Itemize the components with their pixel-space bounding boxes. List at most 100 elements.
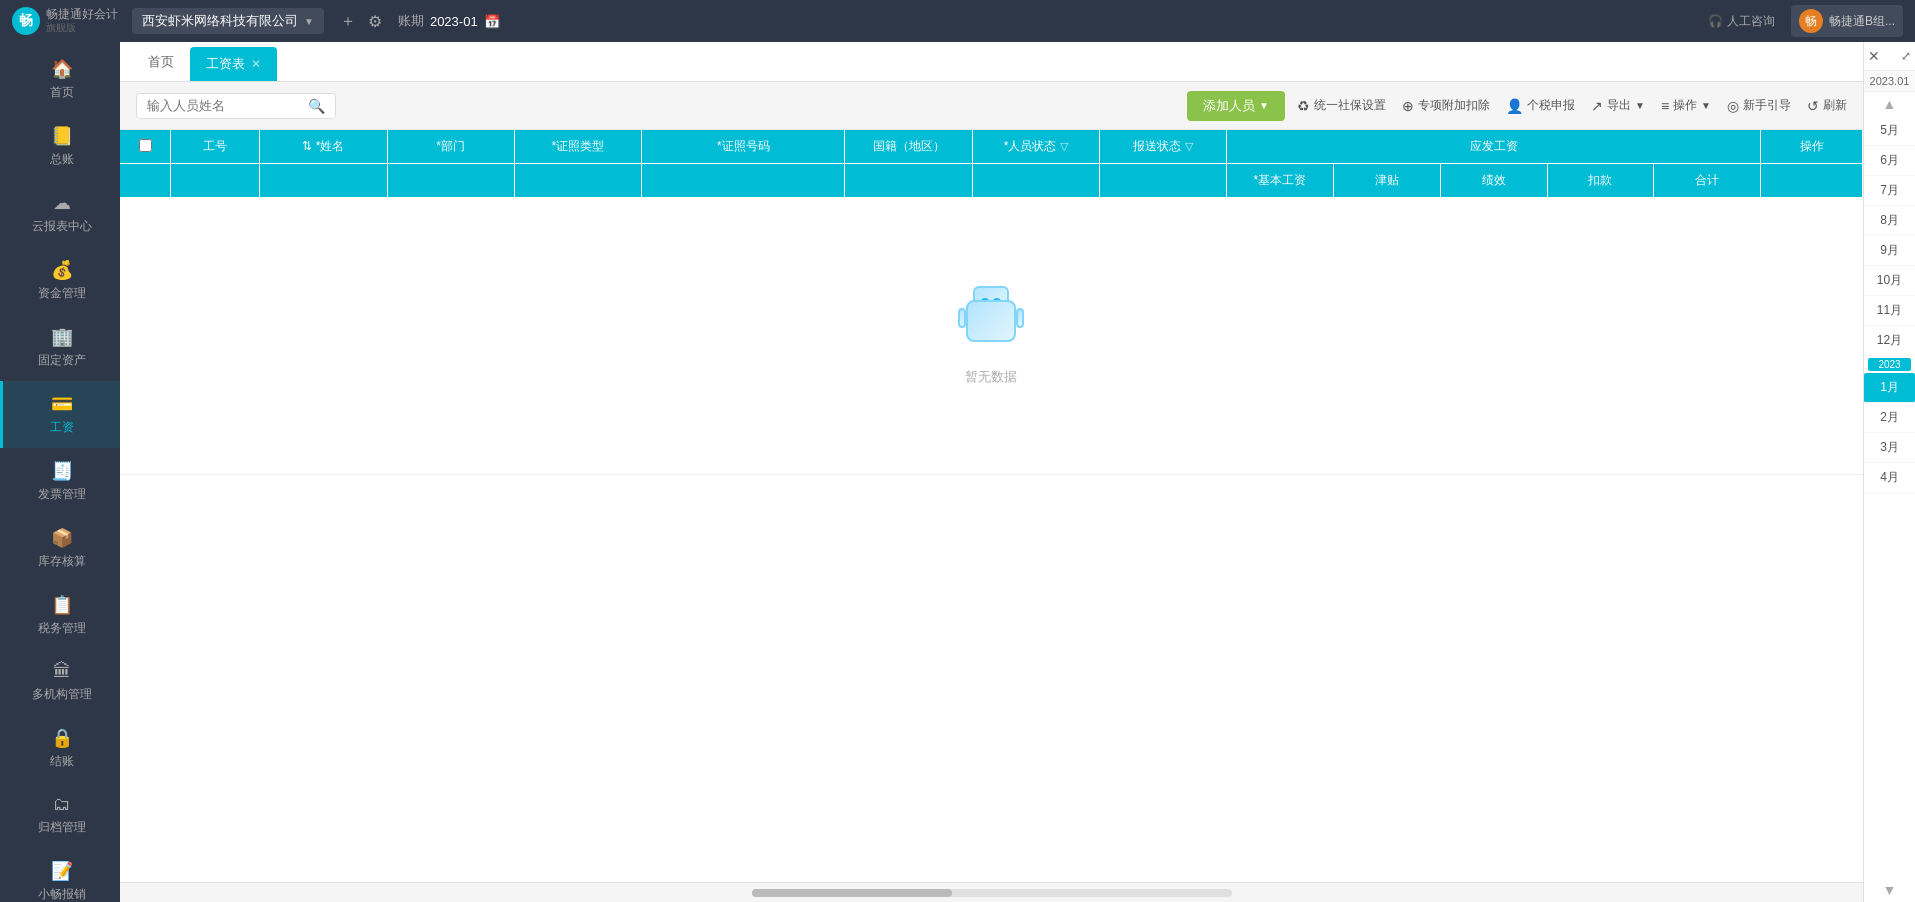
add-person-label: 添加人员 [1203,97,1255,115]
th-checkbox[interactable] [120,130,171,164]
payroll-table: 工号 ⇅ *姓名 *部门 *证照类型 *证照号码 国籍（地区） *人员状态 ▽ … [120,130,1863,475]
period-info: 账期 2023-01 📅 [398,12,500,30]
table-container: 工号 ⇅ *姓名 *部门 *证照类型 *证照号码 国籍（地区） *人员状态 ▽ … [120,130,1863,882]
company-selector[interactable]: 西安虾米网络科技有限公司 ▼ [132,8,324,34]
th-cert-type: *证照类型 [514,130,641,164]
month-item-1[interactable]: 1月 [1864,373,1915,403]
cloud-icon: ☁ [53,192,71,214]
add-person-button[interactable]: 添加人员 ▼ [1187,91,1285,121]
operations-icon: ≡ [1661,98,1669,114]
special-deduction-btn[interactable]: ⊕ 专项附加扣除 [1402,97,1490,114]
avatar: 畅 [1799,9,1823,33]
sidebar-label-close: 结账 [50,753,74,770]
settings-icon[interactable]: ⚙ [368,12,382,31]
th2-empty7 [845,164,972,198]
th-nationality: 国籍（地区） [845,130,972,164]
year-badge: 2023 [1868,358,1911,371]
search-icon: 🔍 [308,98,325,114]
report-filter-icon[interactable]: ▽ [1185,140,1193,152]
sidebar-item-payroll[interactable]: 💳 工资 [0,381,120,448]
scroll-track[interactable] [752,889,1232,897]
sidebar-item-multi[interactable]: 🏛 多机构管理 [0,649,120,715]
th2-empty3 [260,164,387,198]
month-item-7[interactable]: 7月 [1864,176,1915,206]
scroll-down-btn[interactable]: ▼ [1864,878,1915,902]
month-item-3[interactable]: 3月 [1864,433,1915,463]
operations-btn[interactable]: ≡ 操作 ▼ [1661,97,1711,114]
th-deduction: 扣款 [1547,164,1654,198]
month-item-10[interactable]: 10月 [1864,266,1915,296]
empty-illustration [956,286,1026,356]
month-item-8[interactable]: 8月 [1864,206,1915,236]
service-button[interactable]: 🎧 人工咨询 [1708,13,1775,30]
sidebar-item-tax[interactable]: 📋 税务管理 [0,582,120,649]
content-area: 首页 工资表 ✕ 🔍 添加人员 ▼ ♻ 统一社保设置 [120,42,1863,902]
calendar-icon[interactable]: 📅 [484,14,500,29]
refresh-btn[interactable]: ↺ 刷新 [1807,97,1847,114]
sidebar-item-expense[interactable]: 📝 小畅报销 [0,848,120,902]
capital-icon: 💰 [51,259,73,281]
chevron-down-icon: ▼ [304,16,314,27]
tab-close-icon[interactable]: ✕ [251,57,261,71]
scroll-thumb[interactable] [752,889,952,897]
select-all-checkbox[interactable] [139,139,152,152]
social-insurance-btn[interactable]: ♻ 统一社保设置 [1297,97,1386,114]
tab-home[interactable]: 首页 [132,45,190,81]
social-insurance-icon: ♻ [1297,98,1310,114]
tab-payroll[interactable]: 工资表 ✕ [190,47,277,81]
guide-btn[interactable]: ◎ 新手引导 [1727,97,1791,114]
month-item-9[interactable]: 9月 [1864,236,1915,266]
sidebar-item-assets[interactable]: 🏢 固定资产 [0,314,120,381]
right-header: 🎧 人工咨询 畅 畅捷通B组... [1708,5,1903,37]
add-icon[interactable]: ＋ [340,11,356,32]
month-item-5[interactable]: 5月 [1864,116,1915,146]
th-allowance: 津贴 [1333,164,1440,198]
home-icon: 🏠 [51,58,73,80]
th2-empty6 [641,164,845,198]
sidebar-label-archive: 归档管理 [38,819,86,836]
scroll-up-btn[interactable]: ▲ [1864,92,1915,116]
export-btn[interactable]: ↗ 导出 ▼ [1591,97,1645,114]
sidebar-item-ledger[interactable]: 📒 总账 [0,113,120,180]
personal-tax-icon: 👤 [1506,98,1523,114]
sidebar-label-capital: 资金管理 [38,285,86,302]
guide-toolbar-icon: ◎ [1727,98,1739,114]
expense-icon: 📝 [51,860,73,882]
month-item-6[interactable]: 6月 [1864,146,1915,176]
app-edition: 旗舰版 [46,21,118,35]
sidebar-item-close[interactable]: 🔒 结账 [0,715,120,782]
search-input[interactable] [147,98,302,113]
sidebar-item-report[interactable]: ☁ 云报表中心 [0,180,120,247]
status-filter-icon[interactable]: ▽ [1060,140,1068,152]
sidebar-item-invoice[interactable]: 🧾 发票管理 [0,448,120,515]
month-item-2[interactable]: 2月 [1864,403,1915,433]
export-icon: ↗ [1591,98,1603,114]
sidebar-item-archive[interactable]: 🗂 归档管理 [0,782,120,848]
empty-text: 暂无数据 [965,368,1017,386]
right-date-panel: ✕ ⤢ 2023.01 ▲ 5月 6月 7月 8月 9月 10月 11月 12月… [1863,42,1915,902]
toolbar: 🔍 添加人员 ▼ ♻ 统一社保设置 ⊕ 专项附加扣除 👤 个税申报 [120,82,1863,130]
sidebar-item-inventory[interactable]: 📦 库存核算 [0,515,120,582]
sidebar-label-inventory: 库存核算 [38,553,86,570]
personal-tax-btn[interactable]: 👤 个税申报 [1506,97,1575,114]
user-badge[interactable]: 畅 畅捷通B组... [1791,5,1903,37]
empty-state-cell: 暂无数据 [120,198,1863,475]
app-logo: 畅 [12,7,40,35]
sidebar-item-capital[interactable]: 💰 资金管理 [0,247,120,314]
sidebar-label-assets: 固定资产 [38,352,86,369]
ops-chevron-icon: ▼ [1701,100,1711,111]
month-item-4[interactable]: 4月 [1864,463,1915,493]
add-chevron-icon: ▼ [1259,100,1269,111]
th2-empty9 [1099,164,1226,198]
sidebar-item-home[interactable]: 🏠 首页 [0,46,120,113]
sidebar-label-report: 云报表中心 [32,218,92,235]
panel-close-button[interactable]: ✕ [1868,48,1880,64]
tab-bar: 首页 工资表 ✕ [120,42,1863,82]
tab-payroll-label: 工资表 [206,55,245,73]
month-item-12[interactable]: 12月 [1864,326,1915,356]
th-dept: *部门 [387,130,514,164]
header-actions: ＋ ⚙ [340,11,382,32]
th2-empty4 [387,164,514,198]
month-item-11[interactable]: 11月 [1864,296,1915,326]
panel-expand-button[interactable]: ⤢ [1901,49,1911,63]
